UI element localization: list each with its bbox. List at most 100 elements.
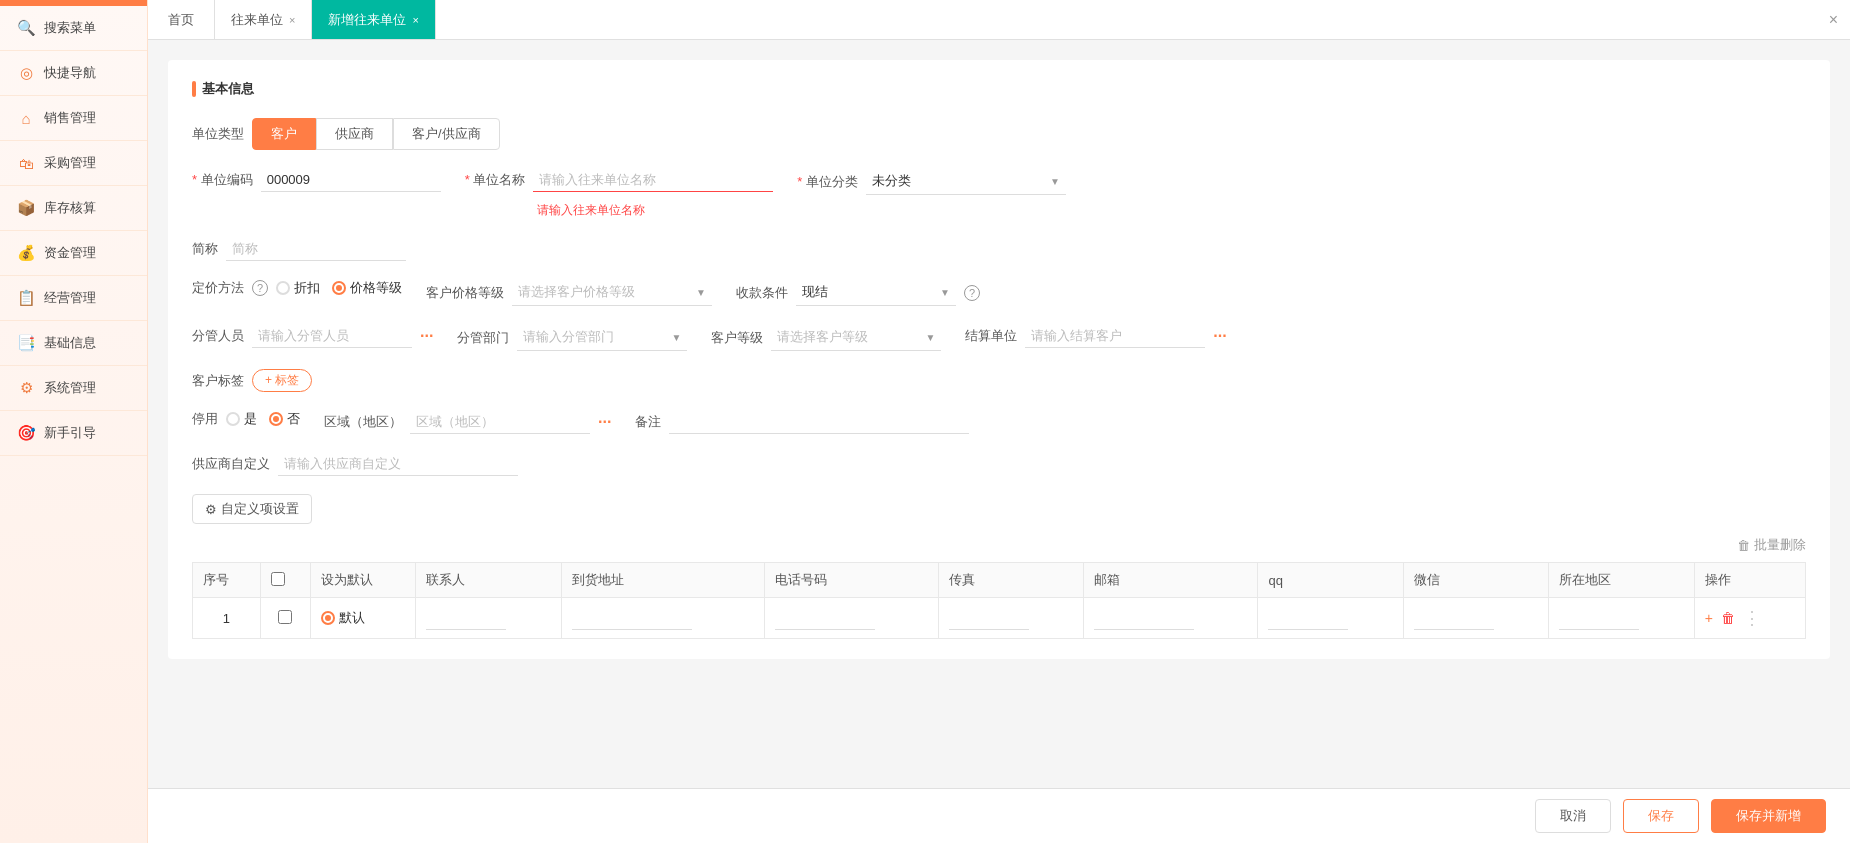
customer-level-select[interactable]: 请选择客户等级 ▼ <box>771 324 941 351</box>
remark-input[interactable] <box>669 410 969 434</box>
unit-name-error: 请输入往来单位名称 <box>537 202 645 219</box>
pricing-method-field: 定价方法 ? 折扣 价格等级 <box>192 279 402 297</box>
fax-input[interactable] <box>949 606 1029 630</box>
drag-icon[interactable]: ⋮ <box>1743 607 1761 629</box>
custom-settings-button[interactable]: ⚙ 自定义项设置 <box>192 494 312 524</box>
sidebar-item-label: 经营管理 <box>44 289 96 307</box>
disabled-no[interactable]: 否 <box>269 410 300 428</box>
unit-category-select[interactable]: 未分类 ▼ <box>866 168 1066 195</box>
unit-category-label: 单位分类 <box>797 173 858 191</box>
short-name-row: 简称 <box>192 237 1806 261</box>
department-label: 分管部门 <box>457 329 509 347</box>
table-row: 1 默认 <box>193 598 1806 639</box>
pricing-radio-group: 折扣 价格等级 <box>276 279 402 297</box>
batch-delete-label[interactable]: 批量删除 <box>1754 536 1806 554</box>
email-input[interactable] <box>1094 606 1194 630</box>
purchase-icon: 🛍 <box>16 153 36 173</box>
sidebar-item-guide[interactable]: 🎯 新手引导 <box>0 411 147 456</box>
phone-input[interactable] <box>775 606 875 630</box>
row-wechat <box>1403 598 1548 639</box>
base-icon: 📑 <box>16 333 36 353</box>
batch-delete-icon: 🗑 <box>1737 538 1750 553</box>
unit-code-input[interactable] <box>261 168 441 192</box>
pricing-help-icon[interactable]: ? <box>252 280 268 296</box>
row-default-radio[interactable]: 默认 <box>321 609 405 627</box>
sidebar-item-search[interactable]: 🔍 搜索菜单 <box>0 6 147 51</box>
unit-name-field: 单位名称 请输入往来单位名称 <box>465 168 774 219</box>
unit-type-customer[interactable]: 客户 <box>252 118 316 150</box>
cancel-button[interactable]: 取消 <box>1535 799 1611 833</box>
manager-more-icon[interactable]: ··· <box>420 327 433 345</box>
short-name-input[interactable] <box>226 237 406 261</box>
supplier-custom-input[interactable] <box>278 452 518 476</box>
sidebar-item-purchase[interactable]: 🛍 采购管理 <box>0 141 147 186</box>
disabled-yes[interactable]: 是 <box>226 410 257 428</box>
tab-contacts-label: 往来单位 <box>231 11 283 29</box>
region-more-icon[interactable]: ··· <box>598 413 611 431</box>
unit-name-input[interactable] <box>533 168 773 192</box>
save-button[interactable]: 保存 <box>1623 799 1699 833</box>
tab-contacts[interactable]: 往来单位 × <box>215 0 312 39</box>
sidebar: 🔍 搜索菜单 ◎ 快捷导航 ⌂ 销售管理 🛍 采购管理 📦 库存核算 💰 资金管… <box>0 0 148 843</box>
sidebar-item-sales[interactable]: ⌂ 销售管理 <box>0 96 147 141</box>
wechat-input[interactable] <box>1414 606 1494 630</box>
add-tag-button[interactable]: + 标签 <box>252 369 312 392</box>
address-input[interactable] <box>572 606 692 630</box>
sidebar-item-finance[interactable]: 💰 资金管理 <box>0 231 147 276</box>
select-all-checkbox[interactable] <box>271 572 285 586</box>
finance-icon: 💰 <box>16 243 36 263</box>
settlement-input[interactable] <box>1025 324 1205 348</box>
default-radio-circle <box>321 611 335 625</box>
manager-row: 分管人员 ··· 分管部门 请输入分管部门 ▼ 客户等级 请选择客户等级 ▼ <box>192 324 1806 351</box>
pricing-radio-discount[interactable]: 折扣 <box>276 279 320 297</box>
row-region-input[interactable] <box>1559 606 1639 630</box>
sidebar-item-quicknav[interactable]: ◎ 快捷导航 <box>0 51 147 96</box>
tab-new-contact-close[interactable]: × <box>412 14 418 26</box>
department-select[interactable]: 请输入分管部门 ▼ <box>517 324 687 351</box>
sidebar-item-base[interactable]: 📑 基础信息 <box>0 321 147 366</box>
row-select-checkbox[interactable] <box>278 610 292 624</box>
manager-input[interactable] <box>252 324 412 348</box>
disabled-row: 停用 是 否 区域（地区） ··· <box>192 410 1806 434</box>
tab-new-contact[interactable]: 新增往来单位 × <box>312 0 435 39</box>
discount-radio-circle <box>276 281 290 295</box>
settlement-more-icon[interactable]: ··· <box>1213 327 1226 345</box>
short-name-field: 简称 <box>192 237 406 261</box>
add-row-icon[interactable]: + <box>1705 610 1713 626</box>
unit-type-supplier[interactable]: 供应商 <box>316 118 393 150</box>
customer-tag-row: 客户标签 + 标签 <box>192 369 1806 392</box>
row-checkbox <box>260 598 310 639</box>
unit-type-group: 客户 供应商 客户/供应商 <box>252 118 500 150</box>
tab-contacts-close[interactable]: × <box>289 14 295 26</box>
customer-price-select[interactable]: 请选择客户价格等级 ▼ <box>512 279 712 306</box>
row-actions: + 🗑 ⋮ <box>1694 598 1805 639</box>
window-close-button[interactable]: × <box>1817 11 1850 29</box>
sidebar-item-system[interactable]: ⚙ 系统管理 <box>0 366 147 411</box>
sidebar-item-stock[interactable]: 📦 库存核算 <box>0 186 147 231</box>
stock-icon: 📦 <box>16 198 36 218</box>
col-no: 序号 <box>193 563 261 598</box>
col-email: 邮箱 <box>1084 563 1258 598</box>
payment-help-icon[interactable]: ? <box>964 285 980 301</box>
contact-input[interactable] <box>426 606 506 630</box>
sidebar-item-ops[interactable]: 📋 经营管理 <box>0 276 147 321</box>
disabled-yes-circle <box>226 412 240 426</box>
short-name-label: 简称 <box>192 240 218 258</box>
pricing-radio-level[interactable]: 价格等级 <box>332 279 402 297</box>
chevron-down-icon: ▼ <box>1050 176 1060 187</box>
chevron-down-icon: ▼ <box>925 332 935 343</box>
customer-level-label: 客户等级 <box>711 329 763 347</box>
row-action-icons: + 🗑 ⋮ <box>1705 607 1795 629</box>
delete-row-icon[interactable]: 🗑 <box>1721 610 1735 626</box>
tab-home[interactable]: 首页 <box>148 0 215 39</box>
payment-terms-select[interactable]: 现结 ▼ <box>796 279 956 306</box>
chevron-down-icon: ▼ <box>696 287 706 298</box>
qq-input[interactable] <box>1268 606 1348 630</box>
chevron-down-icon: ▼ <box>940 287 950 298</box>
unit-type-both[interactable]: 客户/供应商 <box>393 118 500 150</box>
col-phone: 电话号码 <box>764 563 938 598</box>
customer-tag-field: 客户标签 + 标签 <box>192 369 312 392</box>
disabled-label: 停用 <box>192 410 218 428</box>
region-input[interactable] <box>410 410 590 434</box>
save-and-add-button[interactable]: 保存并新增 <box>1711 799 1826 833</box>
